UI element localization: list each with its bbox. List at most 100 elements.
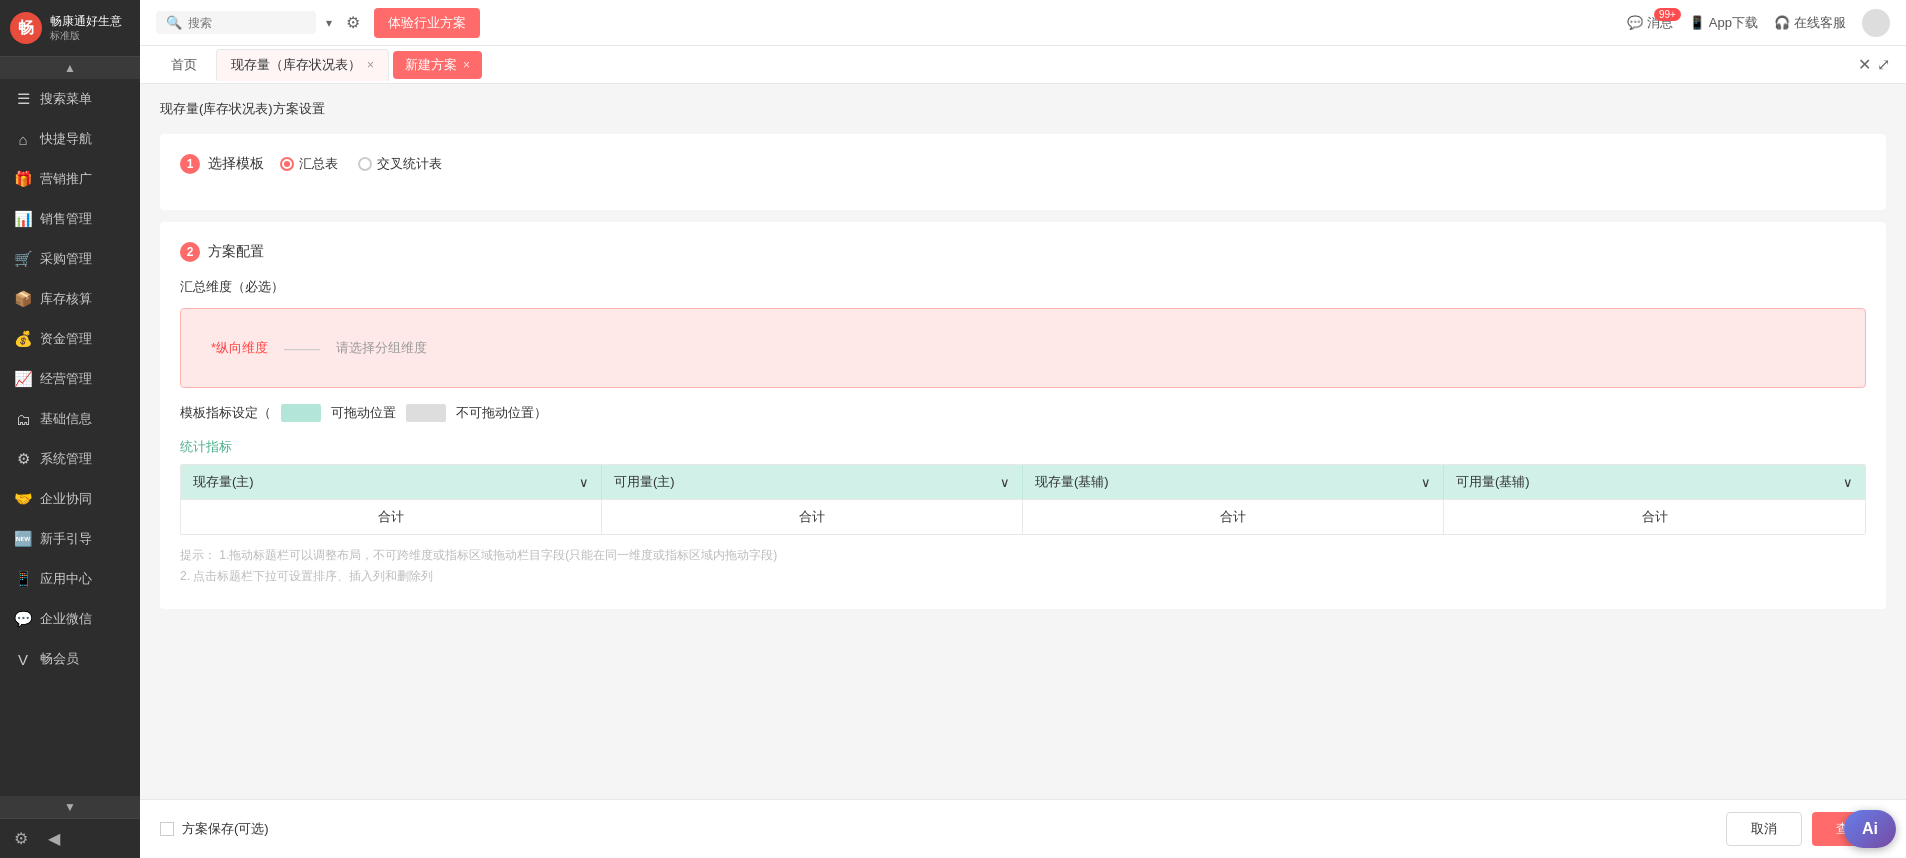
search-menu-icon: ☰ [14, 90, 32, 108]
sidebar-item-member[interactable]: V 畅会员 [0, 639, 140, 679]
draggable-label: 可拖动位置 [331, 404, 396, 422]
gear-icon: ⚙ [14, 450, 32, 468]
step1-header: 1 选择模板 汇总表 交叉统计表 [180, 154, 1866, 174]
sidebar-item-label: 搜索菜单 [40, 90, 92, 108]
stats-section: 统计指标 现存量(主) ∨ 可用量(主) ∨ 现存量(基辅) [180, 438, 1866, 535]
wechat-icon: 💬 [14, 610, 32, 628]
sidebar-item-label: 畅会员 [40, 650, 79, 668]
message-btn[interactable]: 💬 消息 99+ [1627, 14, 1673, 32]
col-header-2[interactable]: 现存量(基辅) ∨ [1023, 465, 1444, 499]
sidebar-nav: ☰ 搜索菜单 ⌂ 快捷导航 🎁 营销推广 📊 销售管理 🛒 采购管理 📦 库存核… [0, 79, 140, 796]
tab-new-label: 新建方案 [405, 56, 457, 74]
page-title: 现存量(库存状况表)方案设置 [160, 100, 1886, 118]
sidebar-item-cooperation[interactable]: 🤝 企业协同 [0, 479, 140, 519]
collapse-icon[interactable]: ◀ [48, 829, 60, 848]
stats-table-row: 合计 合计 合计 合计 [181, 499, 1865, 534]
app-logo-icon: 畅 [10, 12, 42, 44]
sidebar-item-marketing[interactable]: 🎁 营销推广 [0, 159, 140, 199]
col-dropdown-2[interactable]: ∨ [1421, 475, 1431, 490]
draggable-indicator [281, 404, 321, 422]
sidebar-scroll-down[interactable]: ▼ [0, 796, 140, 818]
sidebar: 畅 畅康通好生意 标准版 ▲ ☰ 搜索菜单 ⌂ 快捷导航 🎁 营销推广 📊 销售… [0, 0, 140, 858]
col-dropdown-3[interactable]: ∨ [1843, 475, 1853, 490]
dimension-required-area[interactable]: *纵向维度 —— 请选择分组维度 [180, 308, 1866, 388]
stats-table-header: 现存量(主) ∨ 可用量(主) ∨ 现存量(基辅) ∨ 可用量(基辅) [181, 465, 1865, 499]
tabs-right-controls: ✕ ⤢ [1858, 55, 1890, 74]
cancel-button[interactable]: 取消 [1726, 812, 1802, 846]
tab-new-close[interactable]: × [463, 59, 470, 71]
sidebar-item-quick-nav[interactable]: ⌂ 快捷导航 [0, 119, 140, 159]
tab-expand-icon[interactable]: ⤢ [1877, 55, 1890, 74]
folder-icon: 🗂 [14, 410, 32, 428]
col-header-0[interactable]: 现存量(主) ∨ [181, 465, 602, 499]
radio-cross-label: 交叉统计表 [377, 155, 442, 173]
radio-cross-dot [358, 157, 372, 171]
sidebar-item-sales[interactable]: 📊 销售管理 [0, 199, 140, 239]
sidebar-item-management[interactable]: 📈 经营管理 [0, 359, 140, 399]
step1-card: 1 选择模板 汇总表 交叉统计表 [160, 134, 1886, 210]
stats-table: 现存量(主) ∨ 可用量(主) ∨ 现存量(基辅) ∨ 可用量(基辅) [180, 464, 1866, 535]
sidebar-item-wechat[interactable]: 💬 企业微信 [0, 599, 140, 639]
sidebar-item-label: 快捷导航 [40, 130, 92, 148]
settings-icon[interactable]: ⚙ [14, 829, 28, 848]
app-download-btn[interactable]: 📱 App下载 [1689, 14, 1758, 32]
col-header-3[interactable]: 可用量(基辅) ∨ [1444, 465, 1865, 499]
handshake-icon: 🤝 [14, 490, 32, 508]
field-placeholder: 请选择分组维度 [336, 339, 427, 357]
tab-new-plan[interactable]: 新建方案 × [393, 51, 482, 79]
gift-icon: 🎁 [14, 170, 32, 188]
tab-inventory-close[interactable]: × [367, 59, 374, 71]
template-radio-group: 汇总表 交叉统计表 [280, 155, 442, 173]
trial-btn[interactable]: 体验行业方案 [374, 8, 480, 38]
ai-btn-label: Ai [1862, 820, 1878, 838]
sidebar-scroll-up[interactable]: ▲ [0, 57, 140, 79]
sidebar-item-label: 销售管理 [40, 210, 92, 228]
tab-inventory[interactable]: 现存量（库存状况表） × [216, 49, 389, 81]
sidebar-item-finance[interactable]: 💰 资金管理 [0, 319, 140, 359]
save-checkbox[interactable] [160, 822, 174, 836]
user-avatar[interactable] [1862, 9, 1890, 37]
mobile-icon: 📱 [14, 570, 32, 588]
new-icon: 🆕 [14, 530, 32, 548]
sidebar-item-base-info[interactable]: 🗂 基础信息 [0, 399, 140, 439]
sidebar-item-search[interactable]: ☰ 搜索菜单 [0, 79, 140, 119]
col-label-2: 现存量(基辅) [1035, 473, 1109, 491]
sidebar-item-label: 资金管理 [40, 330, 92, 348]
topbar-dropdown-icon[interactable]: ▾ [326, 16, 332, 30]
radio-summary[interactable]: 汇总表 [280, 155, 338, 173]
step2-title: 方案配置 [208, 243, 264, 261]
search-input[interactable] [188, 16, 288, 30]
radio-cross[interactable]: 交叉统计表 [358, 155, 442, 173]
app-logo-text: 畅康通好生意 标准版 [50, 13, 122, 44]
sidebar-item-new-guide[interactable]: 🆕 新手引导 [0, 519, 140, 559]
col-dropdown-0[interactable]: ∨ [579, 475, 589, 490]
col-header-1[interactable]: 可用量(主) ∨ [602, 465, 1023, 499]
step1-num: 1 [180, 154, 200, 174]
tab-close-window-icon[interactable]: ✕ [1858, 55, 1871, 74]
sidebar-item-label: 经营管理 [40, 370, 92, 388]
online-service-btn[interactable]: 🎧 在线客服 [1774, 14, 1846, 32]
ai-float-button[interactable]: Ai [1844, 810, 1896, 848]
sidebar-item-inventory[interactable]: 📦 库存核算 [0, 279, 140, 319]
sidebar-item-system[interactable]: ⚙ 系统管理 [0, 439, 140, 479]
col-label-0: 现存量(主) [193, 473, 254, 491]
topbar-right: 💬 消息 99+ 📱 App下载 🎧 在线客服 [1627, 9, 1890, 37]
sidebar-item-label: 企业微信 [40, 610, 92, 628]
col-sub-0: 合计 [181, 500, 602, 534]
trend-icon: 📈 [14, 370, 32, 388]
col-dropdown-1[interactable]: ∨ [1000, 475, 1010, 490]
sidebar-item-app-center[interactable]: 📱 应用中心 [0, 559, 140, 599]
vertical-field-label: *纵向维度 [211, 339, 268, 357]
tabs-bar: 首页 现存量（库存状况表） × 新建方案 × ✕ ⤢ [140, 46, 1906, 84]
sidebar-item-purchase[interactable]: 🛒 采购管理 [0, 239, 140, 279]
sidebar-item-label: 系统管理 [40, 450, 92, 468]
sidebar-item-label: 库存核算 [40, 290, 92, 308]
message-icon: 💬 [1627, 15, 1643, 30]
sidebar-logo: 畅 畅康通好生意 标准版 [0, 0, 140, 57]
cart-icon: 🛒 [14, 250, 32, 268]
non-draggable-label: 不可拖动位置） [456, 404, 547, 422]
content-area: 现存量(库存状况表)方案设置 1 选择模板 汇总表 交叉统计表 [140, 84, 1906, 799]
topbar-search-box[interactable]: 🔍 [156, 11, 316, 34]
topbar-gear-icon[interactable]: ⚙ [346, 13, 360, 32]
tab-home[interactable]: 首页 [156, 49, 212, 81]
